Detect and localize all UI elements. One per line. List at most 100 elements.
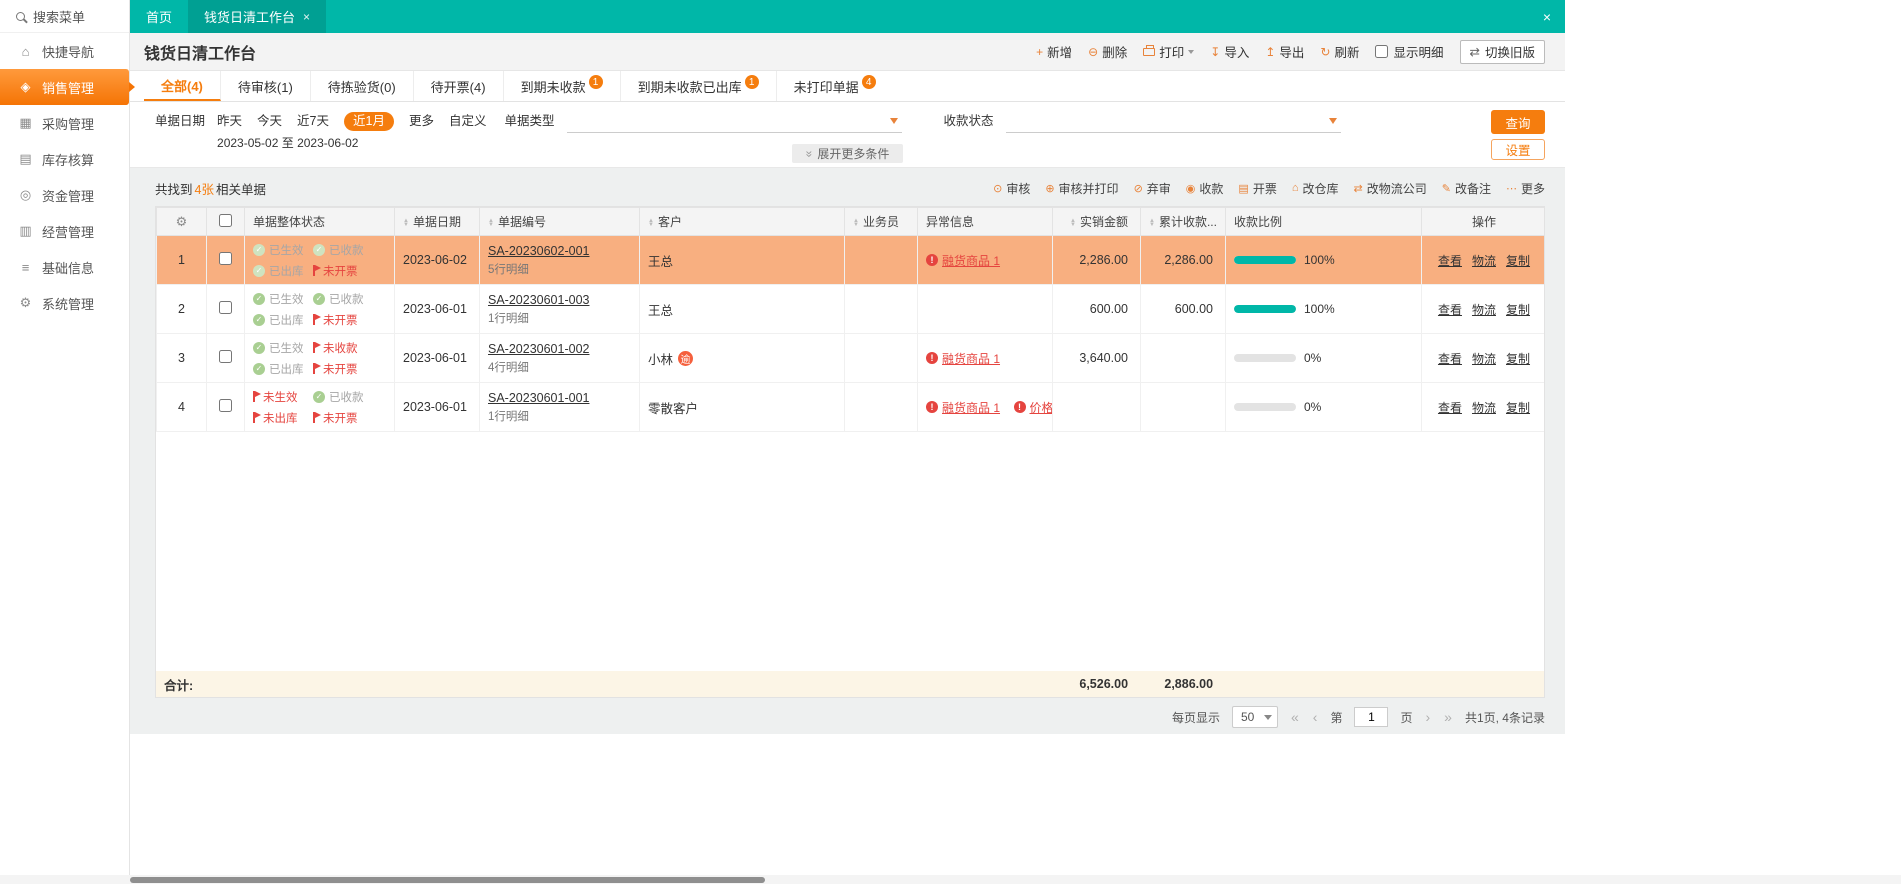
copy-link[interactable]: 复制 — [1506, 401, 1530, 415]
sidebar-item-purchase[interactable]: ▦ 采购管理 — [0, 105, 129, 141]
payment-status-select[interactable] — [1005, 111, 1341, 133]
settings-button[interactable]: 设置 — [1491, 139, 1545, 160]
exception-link[interactable]: 融货商品 1 — [926, 350, 1000, 367]
view-link[interactable]: 查看 — [1438, 401, 1462, 415]
date-option-more[interactable]: 更多 — [409, 111, 434, 131]
view-link[interactable]: 查看 — [1438, 352, 1462, 366]
change-note-button[interactable]: ✎ 改备注 — [1442, 180, 1491, 197]
first-page-icon[interactable]: « — [1290, 709, 1300, 725]
amount-header[interactable]: 实销金额 — [1052, 207, 1141, 236]
page-number-input[interactable] — [1354, 707, 1389, 727]
show-detail-checkbox-input[interactable] — [1375, 45, 1389, 58]
copy-link[interactable]: 复制 — [1506, 254, 1530, 268]
doc-type-select[interactable] — [566, 111, 902, 133]
import-button[interactable]: ↧ 导入 — [1210, 42, 1249, 61]
exception-link[interactable]: 融货商品 1 — [926, 252, 1000, 269]
prev-page-icon[interactable]: ‹ — [1312, 709, 1319, 725]
salesman-header[interactable]: 业务员 — [844, 207, 918, 236]
more-button[interactable]: ⋯ 更多 — [1506, 180, 1545, 197]
copy-link[interactable]: 复制 — [1506, 303, 1530, 317]
last-page-icon[interactable]: » — [1443, 709, 1453, 725]
logistics-link[interactable]: 物流 — [1472, 401, 1496, 415]
table-row[interactable]: 1 已生效 已收款 已出库 未开票 2023-06-02 — [156, 235, 1544, 285]
view-link[interactable]: 查看 — [1438, 254, 1462, 268]
change-logistics-button[interactable]: ⇄ 改物流公司 — [1354, 180, 1427, 197]
sidebar-item-funds[interactable]: ◎ 资金管理 — [0, 177, 129, 213]
receive-payment-button[interactable]: ◉ 收款 — [1186, 180, 1224, 197]
sort-icon[interactable] — [853, 219, 859, 227]
sort-icon[interactable] — [1070, 219, 1076, 227]
date-option-yesterday[interactable]: 昨天 — [217, 111, 242, 131]
date-option-custom[interactable]: 自定义 — [449, 111, 487, 131]
doc-number-link[interactable]: SA-20230601-001 — [488, 391, 589, 405]
query-button[interactable]: 查询 — [1491, 110, 1545, 134]
doc-no-header[interactable]: 单据编号 — [479, 207, 640, 236]
row-checkbox[interactable] — [219, 399, 232, 412]
add-button[interactable]: + 新增 — [1036, 42, 1072, 61]
date-option-7days[interactable]: 近7天 — [297, 111, 329, 131]
logistics-link[interactable]: 物流 — [1472, 352, 1496, 366]
sort-icon[interactable] — [403, 219, 409, 227]
delete-button[interactable]: ⊖ 删除 — [1088, 42, 1127, 61]
filter-tab-all[interactable]: 全部(4) — [144, 71, 221, 101]
invoice-button[interactable]: ▤ 开票 — [1238, 180, 1276, 197]
filter-tab-due-unpaid-shipped[interactable]: 到期未收款已出库 1 — [621, 71, 777, 101]
sort-icon[interactable] — [648, 219, 654, 227]
customer-header[interactable]: 客户 — [639, 207, 845, 236]
doc-number-link[interactable]: SA-20230601-002 — [488, 342, 589, 356]
exception-link[interactable]: 融货商品 1 — [926, 399, 1000, 416]
sidebar-item-label: 销售管理 — [42, 80, 95, 96]
copy-link[interactable]: 复制 — [1506, 352, 1530, 366]
doc-number-link[interactable]: SA-20230601-003 — [488, 293, 589, 307]
filter-tab-pending-audit[interactable]: 待审核(1) — [221, 71, 311, 101]
audit-button[interactable]: ⊙ 审核 — [993, 180, 1030, 197]
sidebar-item-sales[interactable]: ◈ 销售管理 — [0, 69, 135, 105]
column-settings-header[interactable]: ⚙ — [156, 207, 207, 236]
row-checkbox[interactable] — [219, 301, 232, 314]
per-page-select[interactable]: 50 — [1232, 706, 1278, 728]
date-option-today[interactable]: 今天 — [257, 111, 282, 131]
doc-number-link[interactable]: SA-20230602-001 — [488, 244, 589, 258]
audit-print-button[interactable]: ⊕ 审核并打印 — [1045, 180, 1118, 197]
close-all-icon[interactable]: × — [1543, 0, 1551, 33]
date-header[interactable]: 单据日期 — [394, 207, 480, 236]
table-row[interactable]: 2 已生效 已收款 已出库 未开票 2023-06-01 — [156, 284, 1544, 334]
tab-close-icon[interactable]: × — [303, 10, 310, 24]
sort-icon[interactable] — [1149, 219, 1155, 227]
expand-more-button[interactable]: » 展开更多条件 — [791, 144, 904, 163]
change-warehouse-button[interactable]: ⌂ 改仓库 — [1292, 180, 1339, 197]
show-detail-checkbox[interactable]: 显示明细 — [1375, 42, 1444, 61]
unaudit-button[interactable]: ⊘ 弃审 — [1134, 180, 1171, 197]
logistics-link[interactable]: 物流 — [1472, 303, 1496, 317]
sidebar-search[interactable]: 搜索菜单 — [0, 0, 129, 33]
refresh-button[interactable]: ↻ 刷新 — [1320, 42, 1359, 61]
row-checkbox[interactable] — [219, 350, 232, 363]
date-option-1month[interactable]: 近1月 — [344, 111, 394, 131]
sort-icon[interactable] — [488, 219, 494, 227]
sidebar-item-basic-info[interactable]: ≡ 基础信息 — [0, 249, 129, 285]
row-checkbox[interactable] — [219, 252, 232, 265]
tab-home[interactable]: 首页 — [130, 0, 188, 33]
exception-link[interactable]: 价格异常 — [1013, 399, 1052, 416]
next-page-icon[interactable]: › — [1425, 709, 1432, 725]
sidebar-item-system[interactable]: ⚙ 系统管理 — [0, 285, 129, 321]
print-button[interactable]: 打印 — [1143, 42, 1195, 61]
export-button[interactable]: ↥ 导出 — [1265, 42, 1304, 61]
select-all-checkbox[interactable] — [219, 213, 232, 227]
sidebar-item-quick-nav[interactable]: ⌂ 快捷导航 — [0, 33, 129, 69]
table-row[interactable]: 4 未生效 已收款 未出库 未开票 2023-06-01 — [156, 382, 1544, 432]
filter-tab-due-unpaid[interactable]: 到期未收款 1 — [504, 71, 621, 101]
horizontal-scrollbar[interactable] — [0, 875, 1901, 884]
scrollbar-thumb[interactable] — [130, 877, 765, 883]
received-header[interactable]: 累计收款... — [1140, 207, 1226, 236]
table-row[interactable]: 3 已生效 未收款 已出库 未开票 2023-06-01 — [156, 333, 1544, 383]
filter-tab-unprinted[interactable]: 未打印单据 4 — [777, 71, 893, 101]
logistics-link[interactable]: 物流 — [1472, 254, 1496, 268]
sidebar-item-operations[interactable]: ▥ 经营管理 — [0, 213, 129, 249]
sidebar-item-inventory[interactable]: ▤ 库存核算 — [0, 141, 129, 177]
tab-workbench[interactable]: 钱货日清工作台 × — [188, 0, 327, 33]
filter-tab-pending-pick[interactable]: 待拣验货(0) — [311, 71, 414, 101]
filter-tab-pending-invoice[interactable]: 待开票(4) — [414, 71, 504, 101]
view-link[interactable]: 查看 — [1438, 303, 1462, 317]
switch-old-version-button[interactable]: ⇄ 切换旧版 — [1459, 39, 1545, 64]
